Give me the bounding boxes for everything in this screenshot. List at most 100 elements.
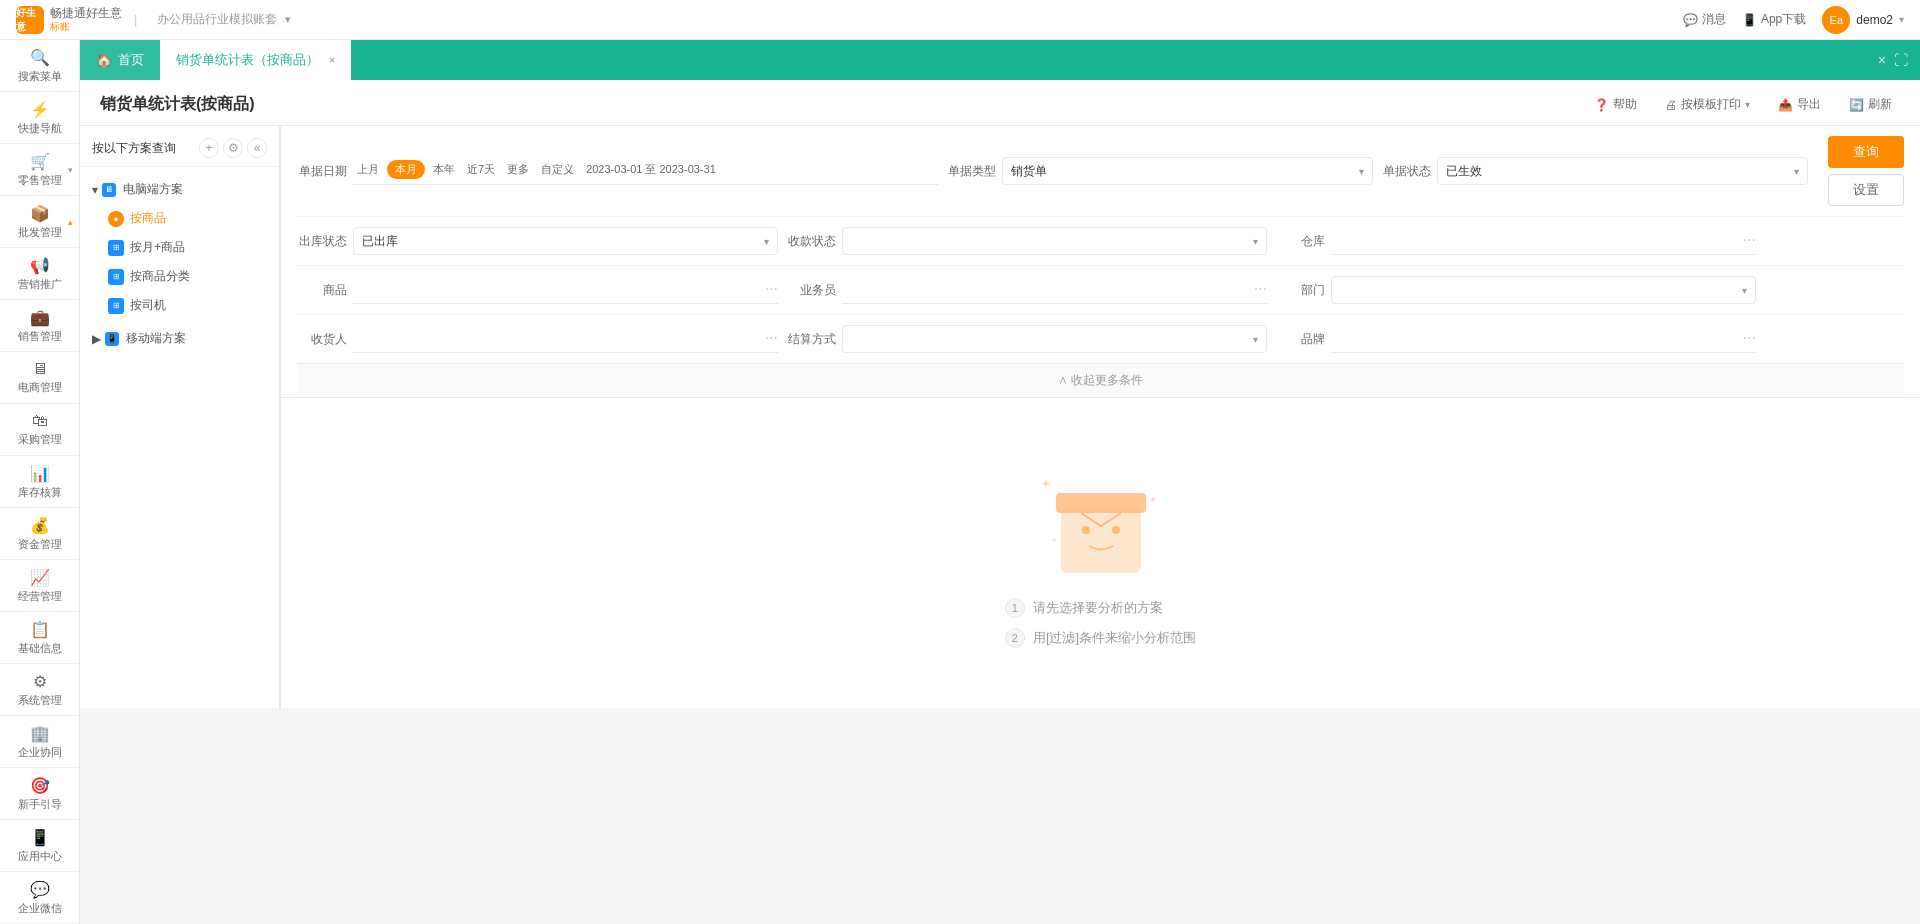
svg-text:✦: ✦ [1149,494,1157,505]
date-btn-this-month[interactable]: 本月 [387,160,425,179]
operations-icon: 📈 [30,568,50,587]
sidebar-item-ecommerce[interactable]: 🖥 电商管理 [0,352,79,404]
sidebar-item-label: 批发管理 [18,226,62,239]
fi-recipient-control[interactable]: ··· [353,325,778,353]
sidebar-item-retail[interactable]: 🛒 零售管理 ▾ [0,144,79,196]
sidebar-item-purchase[interactable]: 🛍 采购管理 [0,404,79,456]
app-subtitle: 标账 [50,21,122,33]
collapse-label: 收起更多条件 [1071,373,1143,387]
fi-doc-status-label: 单据状态 [1381,163,1431,180]
page-title: 销货单统计表(按商品) [100,94,255,115]
user-profile[interactable]: Ea demo2 ▾ [1822,6,1904,34]
fi-dept: 部门 ▾ [1275,276,1756,304]
marketing-icon: 📢 [30,256,50,275]
query-btn[interactable]: 查询 [1828,136,1904,168]
date-btn-7days[interactable]: 近7天 [463,160,499,179]
export-btn[interactable]: 📤 导出 [1770,92,1829,117]
fi-doc-type-control[interactable]: 销货单 ▾ [1002,157,1373,185]
scheme-item-by-month-product[interactable]: ⊞ 按月+商品 [80,233,279,262]
logo-icon: 好生意 [16,6,44,34]
scheme-item-by-category[interactable]: ⊞ 按商品分类 [80,262,279,291]
sidebar-item-finance[interactable]: 💰 资金管理 [0,508,79,560]
fi-doc-status-arrow: ▾ [1794,166,1799,177]
date-btn-last-month[interactable]: 上月 [353,160,383,179]
fi-product: 商品 ··· [297,276,778,304]
tab-home[interactable]: 🏠 首页 [80,40,160,80]
fi-product-control[interactable]: ··· [353,276,778,304]
message-btn[interactable]: 💬 消息 [1683,11,1726,28]
sidebar-item-label: 电商管理 [18,381,62,394]
sidebar-item-label: 库存核算 [18,486,62,499]
fi-warehouse-control[interactable]: ··· [1331,227,1756,255]
export-icon: 📤 [1778,98,1793,112]
sidebar-item-search-menu[interactable]: 🔍 搜索菜单 [0,40,79,92]
fi-out-status-arrow: ▾ [764,236,769,247]
date-btn-this-year[interactable]: 本年 [429,160,459,179]
sidebar-item-label: 营销推广 [18,278,62,291]
fi-settlement: 结算方式 ▾ [786,325,1267,353]
scheme-settings-btn[interactable]: ⚙ [223,138,243,158]
main-layout: 🔍 搜索菜单 ⚡ 快捷导航 🛒 零售管理 ▾ 📦 批发管理 ▴ 📢 营销推广 💼… [0,40,1920,924]
sidebar-item-operations[interactable]: 📈 经营管理 [0,560,79,612]
tab-maximize-btn[interactable]: ⛶ [1894,52,1908,68]
system-dropdown[interactable]: ▾ [285,13,291,26]
filter-row-1: 单据日期 上月 本月 本年 近7天 更多 自定义 2023-03-01 至 20… [297,126,1904,217]
sidebar-item-newbie[interactable]: 🎯 新手引导 [0,768,79,820]
sidebar-item-inventory[interactable]: 📊 库存核算 [0,456,79,508]
tab-close-btn[interactable]: × [329,54,335,66]
fi-doc-status-control[interactable]: 已生效 ▾ [1437,157,1808,185]
export-label: 导出 [1797,96,1821,113]
sidebar-item-wholesale[interactable]: 📦 批发管理 ▴ [0,196,79,248]
fi-salesman-control[interactable]: ··· [842,276,1267,304]
page-header: 销货单统计表(按商品) ❓ 帮助 🖨 按模板打印 ▾ 📤 导出 [80,80,1920,126]
mobile-section-icon: 📱 [105,332,119,346]
tab-close-window-btn[interactable]: × [1878,52,1886,68]
fi-brand: 品牌 ··· [1275,325,1756,353]
main-body: 按以下方案查询 + ⚙ « ▾ 🖥 电脑端方案 [80,126,1920,708]
fi-date-control[interactable]: 上月 本月 本年 近7天 更多 自定义 2023-03-01 至 2023-03… [353,157,938,185]
print-dropdown-icon: ▾ [1745,99,1750,110]
sidebar-item-sales[interactable]: 💼 销售管理 [0,300,79,352]
scheme-panel-title: 按以下方案查询 [92,140,176,157]
date-btn-more[interactable]: 更多 [503,160,533,179]
sidebar-item-marketing[interactable]: 📢 营销推广 [0,248,79,300]
help-btn[interactable]: ❓ 帮助 [1586,92,1645,117]
sidebar-item-system[interactable]: ⚙ 系统管理 [0,664,79,716]
system-name: 办公用品行业模拟账套 [157,11,277,28]
message-icon: 💬 [1683,13,1698,27]
fi-brand-dots: ··· [1743,329,1756,347]
app-center-icon: 📱 [30,828,50,847]
collapse-more-btn[interactable]: ∧ 收起更多条件 [297,363,1904,397]
scheme-collapse-btn[interactable]: « [247,138,267,158]
scheme-item-by-product[interactable]: ● 按商品 [80,204,279,233]
avatar: Ea [1822,6,1850,34]
fi-dept-control[interactable]: ▾ [1331,276,1756,304]
sidebar-item-label: 零售管理 [18,174,62,187]
sidebar-item-wechat[interactable]: 💬 企业微信 [0,872,79,924]
sidebar-item-label: 企业微信 [18,902,62,915]
print-btn[interactable]: 🖨 按模板打印 ▾ [1657,92,1758,117]
fi-out-status-control[interactable]: 已出库 ▾ [353,227,778,255]
sidebar-item-label: 应用中心 [18,850,62,863]
help-icon: ❓ [1594,98,1609,112]
pc-section-icon: 🖥 [102,183,116,197]
settings-btn[interactable]: 设置 [1828,174,1904,206]
tab-active[interactable]: 销货单统计表（按商品） × [160,40,351,80]
scheme-add-btn[interactable]: + [199,138,219,158]
scheme-pc-section-header[interactable]: ▾ 🖥 电脑端方案 [80,175,279,204]
sidebar-item-label: 快捷导航 [18,122,62,135]
scheme-item-by-dept[interactable]: ⊞ 按司机 [80,291,279,320]
fi-settlement-control[interactable]: ▾ [842,325,1267,353]
refresh-btn[interactable]: 🔄 刷新 [1841,92,1900,117]
fi-brand-control[interactable]: ··· [1331,325,1756,353]
scheme-mobile-section-header[interactable]: ▶ 📱 移动端方案 [80,324,279,353]
sidebar-item-app-center[interactable]: 📱 应用中心 [0,820,79,872]
sidebar-item-enterprise[interactable]: 🏢 企业协同 [0,716,79,768]
date-btn-custom[interactable]: 自定义 [537,160,578,179]
sidebar-item-quick-nav[interactable]: ⚡ 快捷导航 [0,92,79,144]
app-download-btn[interactable]: 📱 App下载 [1742,11,1806,28]
fi-settlement-label: 结算方式 [786,331,836,348]
refresh-label: 刷新 [1868,96,1892,113]
fi-receipt-status-control[interactable]: ▾ [842,227,1267,255]
sidebar-item-basic[interactable]: 📋 基础信息 [0,612,79,664]
